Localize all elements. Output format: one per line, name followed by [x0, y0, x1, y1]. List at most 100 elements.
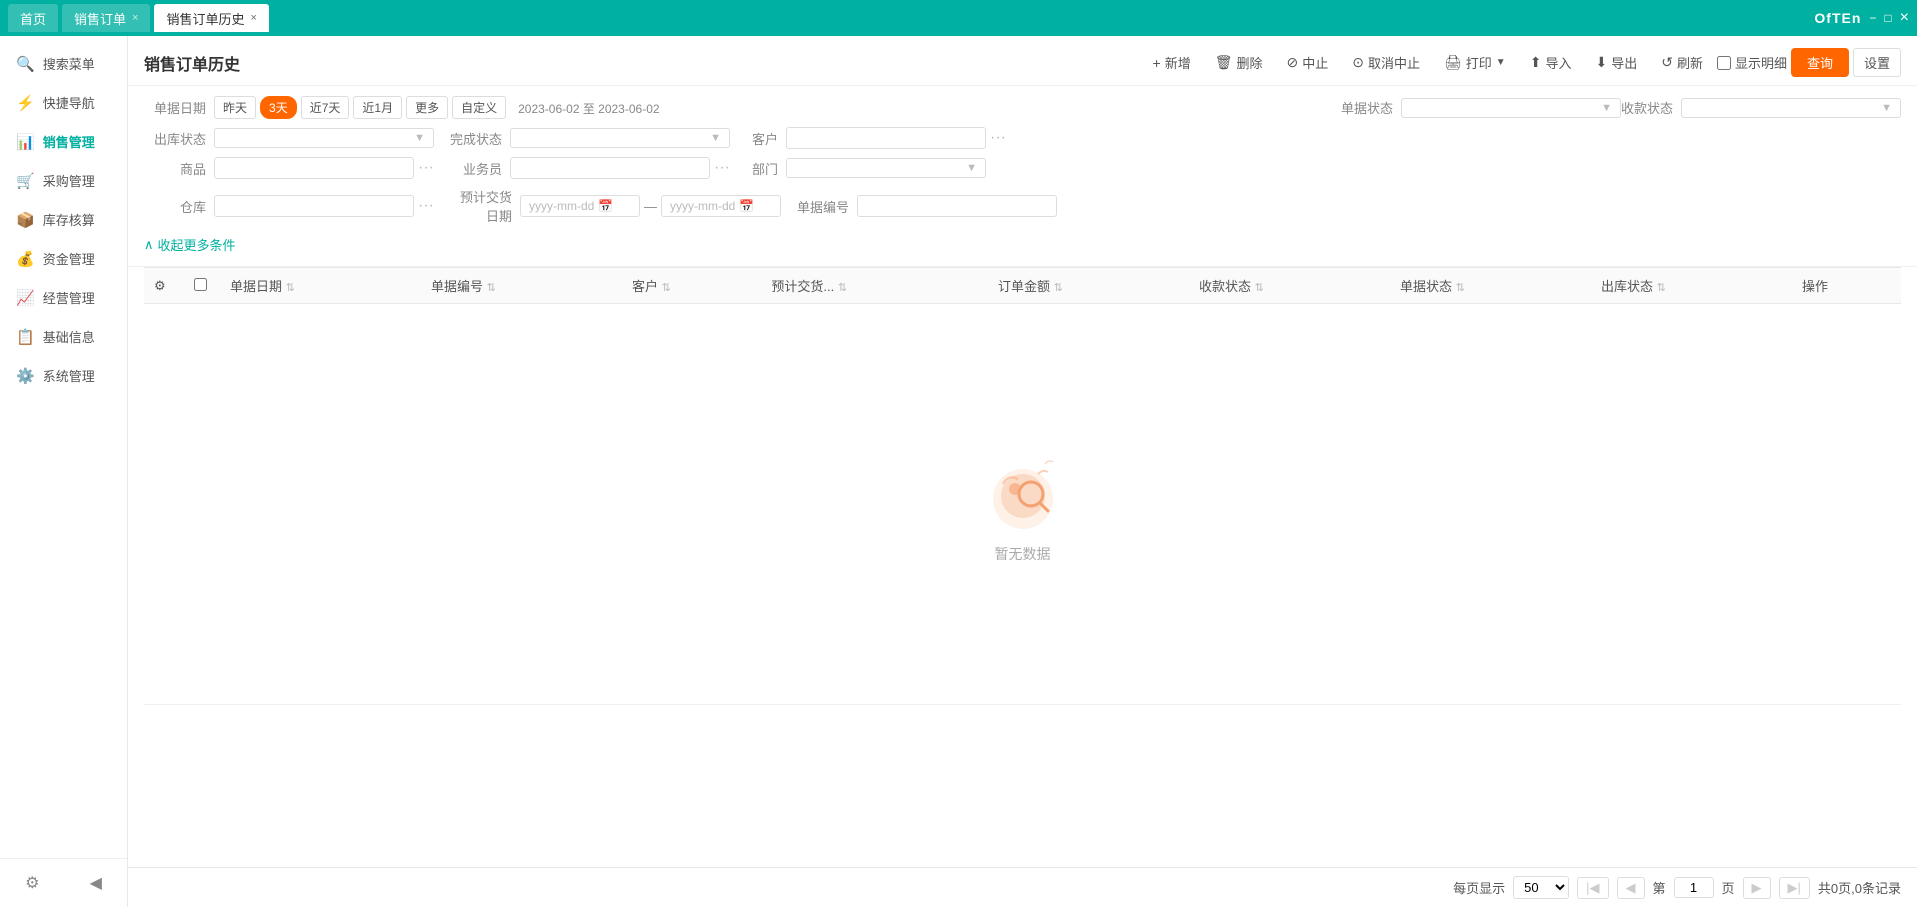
- sales-person-input[interactable]: [510, 157, 710, 179]
- refresh-label: 刷新: [1677, 53, 1703, 72]
- product-more-btn[interactable]: ···: [418, 159, 434, 177]
- receipt-status-select[interactable]: ▼: [1681, 98, 1901, 118]
- sidebar-settings-btn[interactable]: ⚙: [19, 867, 45, 899]
- customer-input[interactable]: [786, 127, 986, 149]
- print-button[interactable]: 🖨 打印 ▼: [1434, 49, 1516, 76]
- expected-date-label: 预计交货日期: [450, 187, 520, 225]
- tab-sales-history-close[interactable]: ×: [250, 12, 256, 24]
- dept-select[interactable]: ▼: [786, 158, 986, 178]
- minimize-btn[interactable]: −: [1869, 11, 1876, 25]
- delete-button[interactable]: 🗑 删除: [1205, 49, 1273, 76]
- date-more-btn[interactable]: 更多: [406, 96, 448, 119]
- date-quick-btns: 昨天 3天 近7天 近1月 更多 自定义: [214, 96, 506, 119]
- expected-date-start-input[interactable]: yyyy-mm-dd 📅: [520, 195, 640, 217]
- export-label: 导出: [1611, 53, 1637, 72]
- refresh-button[interactable]: ↺ 刷新: [1651, 49, 1713, 76]
- sidebar-item-inventory-calc[interactable]: 📦 库存核算: [0, 200, 127, 239]
- date-custom-btn[interactable]: 自定义: [452, 96, 506, 119]
- collapse-btn[interactable]: ∧ 收起更多条件: [144, 235, 1901, 254]
- sidebar-item-search-menu[interactable]: 🔍 搜索菜单: [0, 44, 127, 83]
- settings-gear-icon: ⚙: [154, 278, 166, 293]
- complete-status-arrow-icon: ▼: [710, 132, 721, 144]
- th-bill-status[interactable]: 单据状态 ⇅: [1390, 268, 1591, 304]
- add-button[interactable]: + 新增: [1143, 49, 1201, 76]
- customer-control: ···: [786, 127, 1006, 149]
- page-header: 销售订单历史 + 新增 🗑 删除 ⊘ 中止 ⊙ 取消中止: [128, 36, 1917, 86]
- toolbar: + 新增 🗑 删除 ⊘ 中止 ⊙ 取消中止 🖨 打印: [1143, 48, 1902, 77]
- prev-page-btn[interactable]: ◀: [1617, 877, 1645, 899]
- th-checkbox[interactable]: [184, 268, 220, 304]
- th-expected-date[interactable]: 预计交货... ⇅: [761, 268, 988, 304]
- show-detail-checkbox[interactable]: [1717, 56, 1731, 70]
- refresh-icon: ↺: [1661, 54, 1673, 71]
- receipt-status-arrow-icon: ▼: [1881, 102, 1892, 114]
- content-area: 销售订单历史 + 新增 🗑 删除 ⊘ 中止 ⊙ 取消中止: [128, 36, 1917, 907]
- complete-status-select[interactable]: ▼: [510, 128, 730, 148]
- customer-more-btn[interactable]: ···: [990, 129, 1006, 147]
- warehouse-input[interactable]: [214, 195, 414, 217]
- bill-status-label: 单据状态: [1341, 98, 1401, 117]
- date-7days-btn[interactable]: 近7天: [301, 96, 350, 119]
- sales-person-more-btn[interactable]: ···: [714, 159, 730, 177]
- table-header-row: ⚙ 单据日期 ⇅ 单据编号 ⇅: [144, 268, 1901, 304]
- th-no[interactable]: 单据编号 ⇅: [421, 268, 622, 304]
- tab-sales-history[interactable]: 销售订单历史 ×: [154, 4, 268, 32]
- page-size-select[interactable]: 10 20 50 100: [1513, 876, 1569, 899]
- sidebar-item-sales-mgmt[interactable]: 📊 销售管理: [0, 122, 127, 161]
- collapse-row: ∧ 收起更多条件: [144, 233, 1901, 256]
- cancel-stop-button[interactable]: ⊙ 取消中止: [1342, 49, 1430, 76]
- warehouse-more-btn[interactable]: ···: [418, 197, 434, 215]
- first-page-btn[interactable]: |◀: [1577, 877, 1608, 899]
- last-page-btn[interactable]: ▶|: [1779, 877, 1810, 899]
- tab-sales-order[interactable]: 销售订单 ×: [62, 4, 150, 32]
- stop-button[interactable]: ⊘ 中止: [1277, 49, 1339, 76]
- sidebar-item-purchase-mgmt[interactable]: 🛒 采购管理: [0, 161, 127, 200]
- date-range-text: 2023-06-02 至 2023-06-02: [518, 100, 659, 117]
- date-yesterday-btn[interactable]: 昨天: [214, 96, 256, 119]
- sidebar-item-quick-nav-label: 快捷导航: [43, 93, 95, 112]
- sidebar-item-system-mgmt[interactable]: ⚙️ 系统管理: [0, 356, 127, 395]
- bill-status-select[interactable]: ▼: [1401, 98, 1621, 118]
- sidebar-collapse-btn[interactable]: ◀: [84, 867, 108, 899]
- pagination-bar: 每页显示 10 20 50 100 |◀ ◀ 第 页 ▶ ▶| 共0页,0条记录: [128, 867, 1917, 907]
- window-close-btn[interactable]: ×: [1900, 9, 1909, 27]
- sidebar-item-operation-mgmt[interactable]: 📈 经营管理: [0, 278, 127, 317]
- tab-home[interactable]: 首页: [8, 4, 58, 32]
- tab-sales-order-label: 销售订单: [74, 9, 126, 28]
- import-button[interactable]: ⬆ 导入: [1520, 49, 1582, 76]
- expected-date-end-input[interactable]: yyyy-mm-dd 📅: [661, 195, 781, 217]
- product-input[interactable]: [214, 157, 414, 179]
- select-all-checkbox[interactable]: [194, 278, 207, 291]
- settings-button[interactable]: 设置: [1853, 48, 1901, 77]
- empty-illustration: [973, 444, 1073, 544]
- sidebar-item-capital-mgmt[interactable]: 💰 资金管理: [0, 239, 127, 278]
- query-button[interactable]: 查询: [1791, 48, 1849, 77]
- sidebar: 🔍 搜索菜单 ⚡ 快捷导航 📊 销售管理 🛒 采购管理 📦 库存核算 💰 资金管…: [0, 36, 128, 907]
- export-button[interactable]: ⬇ 导出: [1585, 49, 1647, 76]
- th-out-stock[interactable]: 出库状态 ⇅: [1591, 268, 1792, 304]
- bill-no-input[interactable]: [857, 195, 1057, 217]
- main-layout: 🔍 搜索菜单 ⚡ 快捷导航 📊 销售管理 🛒 采购管理 📦 库存核算 💰 资金管…: [0, 36, 1917, 907]
- th-date-sort-icon: ⇅: [286, 282, 295, 294]
- sidebar-item-quick-nav[interactable]: ⚡ 快捷导航: [0, 83, 127, 122]
- date-1month-btn[interactable]: 近1月: [353, 96, 402, 119]
- th-date[interactable]: 单据日期 ⇅: [220, 268, 421, 304]
- maximize-btn[interactable]: □: [1884, 11, 1891, 25]
- top-bar-right: OfTEn − □ ×: [1814, 9, 1909, 27]
- th-receipt-sort-icon: ⇅: [1255, 282, 1264, 294]
- print-icon: 🖨: [1444, 54, 1462, 71]
- sidebar-item-basic-info[interactable]: 📋 基础信息: [0, 317, 127, 356]
- next-page-btn[interactable]: ▶: [1743, 877, 1771, 899]
- out-stock-select[interactable]: ▼: [214, 128, 434, 148]
- date-3days-btn[interactable]: 3天: [260, 96, 297, 119]
- th-amount[interactable]: 订单金额 ⇅: [988, 268, 1189, 304]
- th-settings[interactable]: ⚙: [144, 268, 184, 304]
- collapse-up-icon: ∧: [144, 237, 154, 253]
- th-out-stock-label: 出库状态: [1601, 279, 1653, 294]
- tab-sales-order-close[interactable]: ×: [132, 12, 138, 24]
- th-customer[interactable]: 客户 ⇅: [622, 268, 761, 304]
- page-number-input[interactable]: [1674, 877, 1714, 898]
- th-amount-sort-icon: ⇅: [1054, 282, 1063, 294]
- th-receipt-status[interactable]: 收款状态 ⇅: [1189, 268, 1390, 304]
- table-header: ⚙ 单据日期 ⇅ 单据编号 ⇅: [144, 268, 1901, 304]
